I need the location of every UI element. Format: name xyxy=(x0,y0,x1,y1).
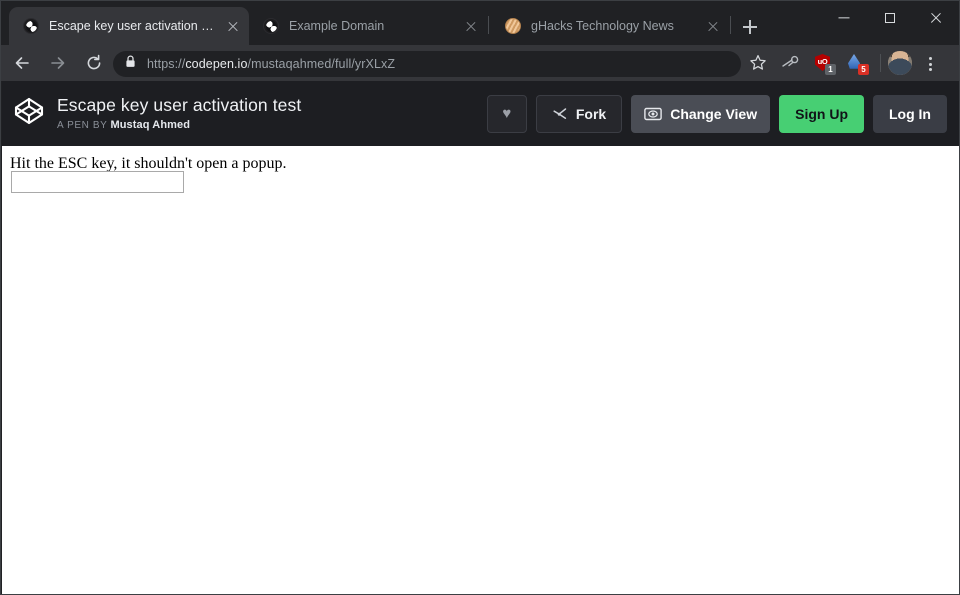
pen-author: Mustaq Ahmed xyxy=(110,118,191,131)
toolbar-icons: uO 1 5 xyxy=(743,45,944,81)
reload-icon[interactable] xyxy=(79,48,109,78)
codepen-titles: Escape key user activation test A PEN BY… xyxy=(57,95,478,133)
page-content: Hit the ESC key, it shouldn't open a pop… xyxy=(2,146,959,594)
close-window-icon[interactable] xyxy=(913,1,959,35)
toolbar-divider xyxy=(880,54,881,72)
address-bar-url: https://codepen.io/mustaqahmed/full/yrXL… xyxy=(147,57,395,71)
browser-window: Escape key user activation test Example … xyxy=(0,0,960,595)
window-controls xyxy=(821,1,959,35)
back-icon[interactable] xyxy=(7,48,37,78)
tab-title: Escape key user activation test xyxy=(49,19,217,33)
log-in-button[interactable]: Log In xyxy=(873,94,947,133)
heart-icon: ♥ xyxy=(502,105,512,122)
bookmark-star-icon[interactable] xyxy=(743,48,773,78)
ghacks-icon xyxy=(505,18,521,34)
ublock-badge: 1 xyxy=(825,64,836,75)
extension-drop-badge: 5 xyxy=(858,64,869,75)
fork-icon xyxy=(552,106,568,122)
close-icon[interactable] xyxy=(703,16,723,36)
fork-label: Fork xyxy=(575,105,607,122)
tab-strip: Escape key user activation test Example … xyxy=(1,1,959,45)
love-button[interactable]: ♥ xyxy=(486,94,527,133)
globe-icon xyxy=(23,18,39,34)
eye-view-icon xyxy=(644,107,663,121)
avatar[interactable] xyxy=(888,51,912,75)
browser-tab-1[interactable]: Escape key user activation test xyxy=(9,7,249,45)
log-in-label: Log In xyxy=(889,105,931,122)
pen-by-label: A PEN BY xyxy=(57,119,108,131)
maximize-icon[interactable] xyxy=(867,1,913,35)
new-tab-button[interactable] xyxy=(737,14,763,40)
url-scheme: https:// xyxy=(147,57,186,71)
forward-icon[interactable] xyxy=(43,48,73,78)
url-host: codepen.io xyxy=(185,57,248,71)
address-bar[interactable]: https://codepen.io/mustaqahmed/full/yrXL… xyxy=(113,51,741,77)
pen-title: Escape key user activation test xyxy=(57,94,302,115)
codepen-logo-icon[interactable] xyxy=(13,95,45,132)
fork-button[interactable]: Fork xyxy=(535,94,623,133)
close-icon[interactable] xyxy=(461,16,481,36)
tab-title: gHacks Technology News xyxy=(531,19,674,33)
text-input[interactable] xyxy=(11,171,184,193)
globe-icon xyxy=(263,18,279,34)
pen-author-line: A PEN BY Mustaq Ahmed xyxy=(57,118,478,133)
browser-toolbar: https://codepen.io/mustaqahmed/full/yrXL… xyxy=(1,45,959,81)
sign-up-button[interactable]: Sign Up xyxy=(779,94,864,133)
browser-tab-3[interactable]: gHacks Technology News xyxy=(491,7,729,45)
url-path: /mustaqahmed/full/yrXLxZ xyxy=(247,57,396,71)
tab-title: Example Domain xyxy=(289,19,385,33)
browser-tab-2[interactable]: Example Domain xyxy=(249,7,487,45)
codepen-header: Escape key user activation test A PEN BY… xyxy=(2,81,959,146)
lock-icon xyxy=(125,55,136,73)
change-view-button[interactable]: Change View xyxy=(631,94,771,133)
change-view-label: Change View xyxy=(670,105,758,122)
chrome-menu-icon[interactable] xyxy=(916,48,944,78)
extension-drop-icon[interactable]: 5 xyxy=(839,48,869,78)
minimize-icon[interactable] xyxy=(821,1,867,35)
tab-divider xyxy=(730,16,731,34)
ublock-origin-icon[interactable]: uO 1 xyxy=(807,48,837,78)
close-icon[interactable] xyxy=(223,16,243,36)
codepen-actions: ♥ Fork Change View Sign Up Log In xyxy=(478,94,947,133)
tab-divider xyxy=(488,16,489,34)
extension-key-icon[interactable] xyxy=(775,48,805,78)
sign-up-label: Sign Up xyxy=(795,105,848,122)
